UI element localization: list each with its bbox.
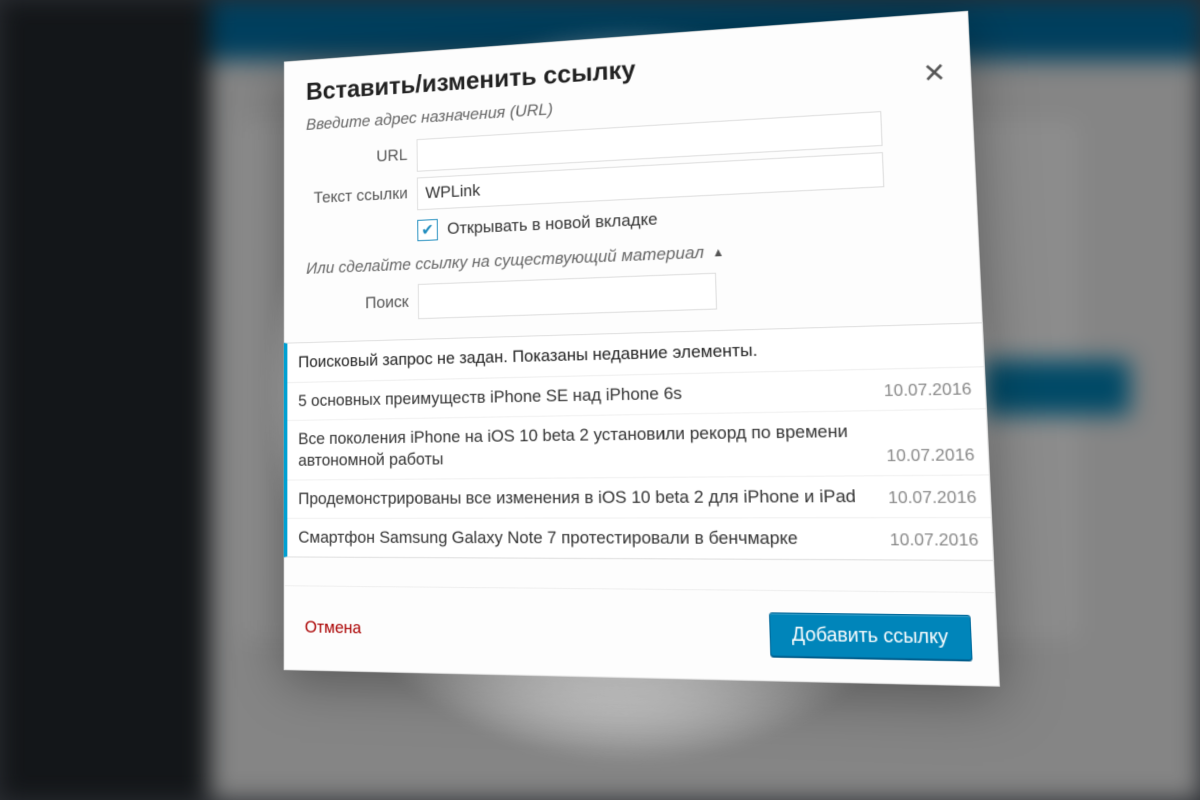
cancel-button[interactable]: Отмена — [305, 617, 362, 638]
add-link-button[interactable]: Добавить ссылку — [769, 613, 973, 661]
insert-link-dialog: Вставить/изменить ссылку ✕ Введите адрес… — [284, 11, 1000, 687]
list-item[interactable]: Все поколения iPhone на iOS 10 beta 2 ус… — [287, 409, 989, 480]
list-item[interactable]: Продемонстрированы все изменения в iOS 1… — [287, 476, 991, 519]
url-label: URL — [306, 139, 417, 170]
collapse-icon[interactable]: ▲ — [712, 245, 725, 260]
newtab-checkbox[interactable]: ✔ — [417, 219, 438, 241]
existing-section-label: Или сделайте ссылку на существующий мате… — [306, 243, 704, 279]
results-list: Поисковый запрос не задан. Показаны неда… — [284, 322, 994, 561]
list-item[interactable]: Смартфон Samsung Galaxy Note 7 протестир… — [287, 519, 993, 561]
linktext-label: Текст ссылки — [306, 178, 417, 208]
search-input[interactable] — [418, 273, 717, 319]
newtab-label: Открывать в новой вкладке — [447, 209, 658, 238]
search-label: Поиск — [306, 292, 418, 315]
